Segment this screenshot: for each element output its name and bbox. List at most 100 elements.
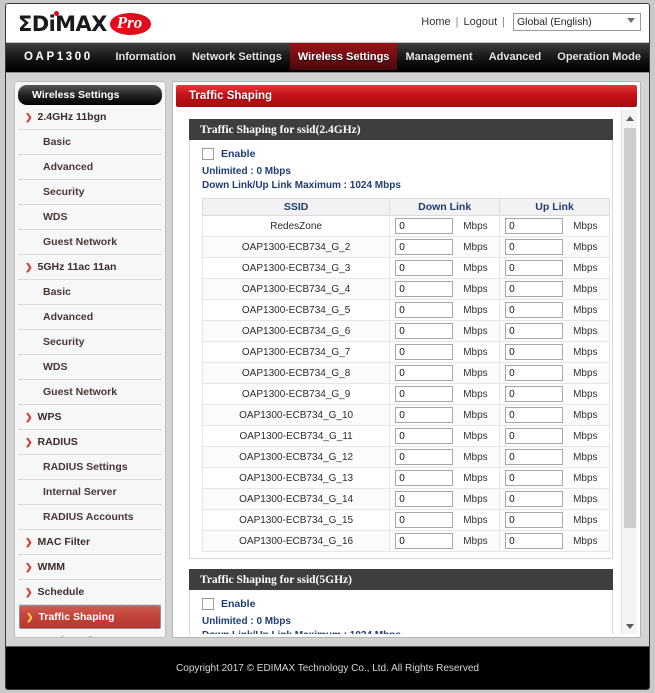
sidebar-item-5ghz-11ac-11an[interactable]: ❯ 5GHz 11ac 11an <box>19 255 161 280</box>
down-link-input[interactable]: 0 <box>395 302 454 318</box>
unit-label: Mbps <box>463 262 488 274</box>
sidebar-item-wds[interactable]: WDS <box>19 355 161 380</box>
unit-label: Mbps <box>573 472 598 484</box>
sidebar-item-wmm[interactable]: ❯ WMM <box>19 555 161 580</box>
sidebar-item-security[interactable]: Security <box>19 330 161 355</box>
up-link-input[interactable]: 0 <box>505 512 564 528</box>
cell-inner: 0 Mbps <box>501 491 608 507</box>
nav-item-network-settings[interactable]: Network Settings <box>184 43 290 70</box>
nav-item-operation-mode[interactable]: Operation Mode <box>549 43 649 70</box>
browser-frame: ΣDiMAX Pro Home | Logout | Global (Engli… <box>5 3 650 690</box>
up-link-input[interactable]: 0 <box>505 428 564 444</box>
sidebar-item-wps[interactable]: ❯ WPS <box>19 405 161 430</box>
down-link-input[interactable]: 0 <box>395 281 454 297</box>
unit-label: Mbps <box>463 388 488 400</box>
cell-inner: 0 Mbps <box>501 218 608 234</box>
up-link-input[interactable]: 0 <box>505 449 564 465</box>
up-link-input[interactable]: 0 <box>505 260 564 276</box>
traffic-shaping-section: Traffic Shaping for ssid(2.4GHz) Enable Un… <box>189 119 613 559</box>
nav-item-wireless-settings[interactable]: Wireless Settings <box>289 43 398 70</box>
chevron-right-icon: ❯ <box>25 436 33 447</box>
sidebar-item-radius-accounts[interactable]: RADIUS Accounts <box>19 505 161 530</box>
up-link-cell: 0 Mbps <box>499 362 610 384</box>
down-link-input[interactable]: 0 <box>395 386 454 402</box>
sidebar-item-bandsteering[interactable]: ❯ Bandsteering <box>19 629 161 637</box>
sidebar-item-security[interactable]: Security <box>19 180 161 205</box>
sidebar-item-label: RADIUS <box>37 436 78 448</box>
unit-label: Mbps <box>463 472 488 484</box>
down-link-cell: 0 Mbps <box>389 257 501 279</box>
down-link-input[interactable]: 0 <box>395 260 454 276</box>
table-row: OAP1300-ECB734_G_16 0 Mbps 0 Mbps <box>201 530 610 552</box>
nav-item-information[interactable]: Information <box>107 43 184 70</box>
sidebar-item-radius[interactable]: ❯ RADIUS <box>19 430 161 455</box>
down-link-cell: 0 Mbps <box>389 488 501 510</box>
enable-checkbox[interactable] <box>202 598 214 610</box>
down-link-cell: 0 Mbps <box>389 383 501 405</box>
enable-label: Enable <box>221 148 256 160</box>
sidebar-item-internal-server[interactable]: Internal Server <box>19 480 161 505</box>
up-link-input[interactable]: 0 <box>505 407 564 423</box>
down-link-input[interactable]: 0 <box>395 407 454 423</box>
up-link-cell: 0 Mbps <box>499 299 610 321</box>
unit-label: Mbps <box>463 409 488 421</box>
up-link-input[interactable]: 0 <box>505 470 564 486</box>
up-link-input[interactable]: 0 <box>505 533 564 549</box>
down-link-input[interactable]: 0 <box>395 344 454 360</box>
unit-label: Mbps <box>573 220 598 232</box>
content-sections: Traffic Shaping for ssid(2.4GHz) Enable Un… <box>176 110 621 634</box>
enable-checkbox[interactable] <box>202 148 214 160</box>
down-link-input[interactable]: 0 <box>395 323 454 339</box>
ssid-cell: OAP1300-ECB734_G_10 <box>201 404 391 426</box>
sidebar-item-mac-filter[interactable]: ❯ MAC Filter <box>19 530 161 555</box>
up-link-input[interactable]: 0 <box>505 323 564 339</box>
down-link-input[interactable]: 0 <box>395 470 454 486</box>
vertical-scrollbar[interactable] <box>621 110 637 634</box>
scroll-up-button[interactable] <box>622 110 637 126</box>
down-link-input[interactable]: 0 <box>395 428 454 444</box>
sidebar-item-basic[interactable]: Basic <box>19 130 161 155</box>
sidebar-item-label: Basic <box>43 136 72 148</box>
down-link-input[interactable]: 0 <box>395 239 454 255</box>
home-link[interactable]: Home <box>418 16 453 28</box>
up-link-input[interactable]: 0 <box>505 302 564 318</box>
down-link-input[interactable]: 0 <box>395 365 454 381</box>
nav-item-management[interactable]: Management <box>397 43 480 70</box>
enable-label: Enable <box>221 598 256 610</box>
up-link-input[interactable]: 0 <box>505 344 564 360</box>
up-link-input[interactable]: 0 <box>505 239 564 255</box>
sidebar-item-schedule[interactable]: ❯ Schedule <box>19 580 161 605</box>
up-link-input[interactable]: 0 <box>505 281 564 297</box>
up-link-input[interactable]: 0 <box>505 386 564 402</box>
nav-item-advanced[interactable]: Advanced <box>481 43 550 70</box>
down-link-input[interactable]: 0 <box>395 449 454 465</box>
up-link-input[interactable]: 0 <box>505 218 564 234</box>
sidebar-item-label: WDS <box>43 211 68 223</box>
sidebar-item-guest-network[interactable]: Guest Network <box>19 230 161 255</box>
device-model-label: OAP1300 <box>24 50 93 63</box>
language-select[interactable]: Global (English) <box>513 13 641 31</box>
down-link-input[interactable]: 0 <box>395 218 454 234</box>
scroll-down-button[interactable] <box>622 618 637 634</box>
unit-label: Mbps <box>463 304 488 316</box>
down-link-input[interactable]: 0 <box>395 512 454 528</box>
up-link-input[interactable]: 0 <box>505 365 564 381</box>
unit-label: Mbps <box>463 367 488 379</box>
sidebar-item-advanced[interactable]: Advanced <box>19 305 161 330</box>
sidebar-item-traffic-shaping[interactable]: ❯ Traffic Shaping <box>19 605 161 629</box>
sidebar-item-radius-settings[interactable]: RADIUS Settings <box>19 455 161 480</box>
unit-label: Mbps <box>463 283 488 295</box>
up-link-cell: 0 Mbps <box>499 467 610 489</box>
down-link-input[interactable]: 0 <box>395 491 454 507</box>
scrollbar-thumb[interactable] <box>624 128 636 528</box>
unit-label: Mbps <box>573 430 598 442</box>
down-link-input[interactable]: 0 <box>395 533 454 549</box>
up-link-input[interactable]: 0 <box>505 491 564 507</box>
down-link-cell: 0 Mbps <box>389 509 501 531</box>
sidebar-item-basic[interactable]: Basic <box>19 280 161 305</box>
sidebar-item-wds[interactable]: WDS <box>19 205 161 230</box>
logout-link[interactable]: Logout <box>460 16 500 28</box>
sidebar-item-guest-network[interactable]: Guest Network <box>19 380 161 405</box>
sidebar-item-2-4ghz-11bgn[interactable]: ❯ 2.4GHz 11bgn <box>19 105 161 130</box>
sidebar-item-advanced[interactable]: Advanced <box>19 155 161 180</box>
